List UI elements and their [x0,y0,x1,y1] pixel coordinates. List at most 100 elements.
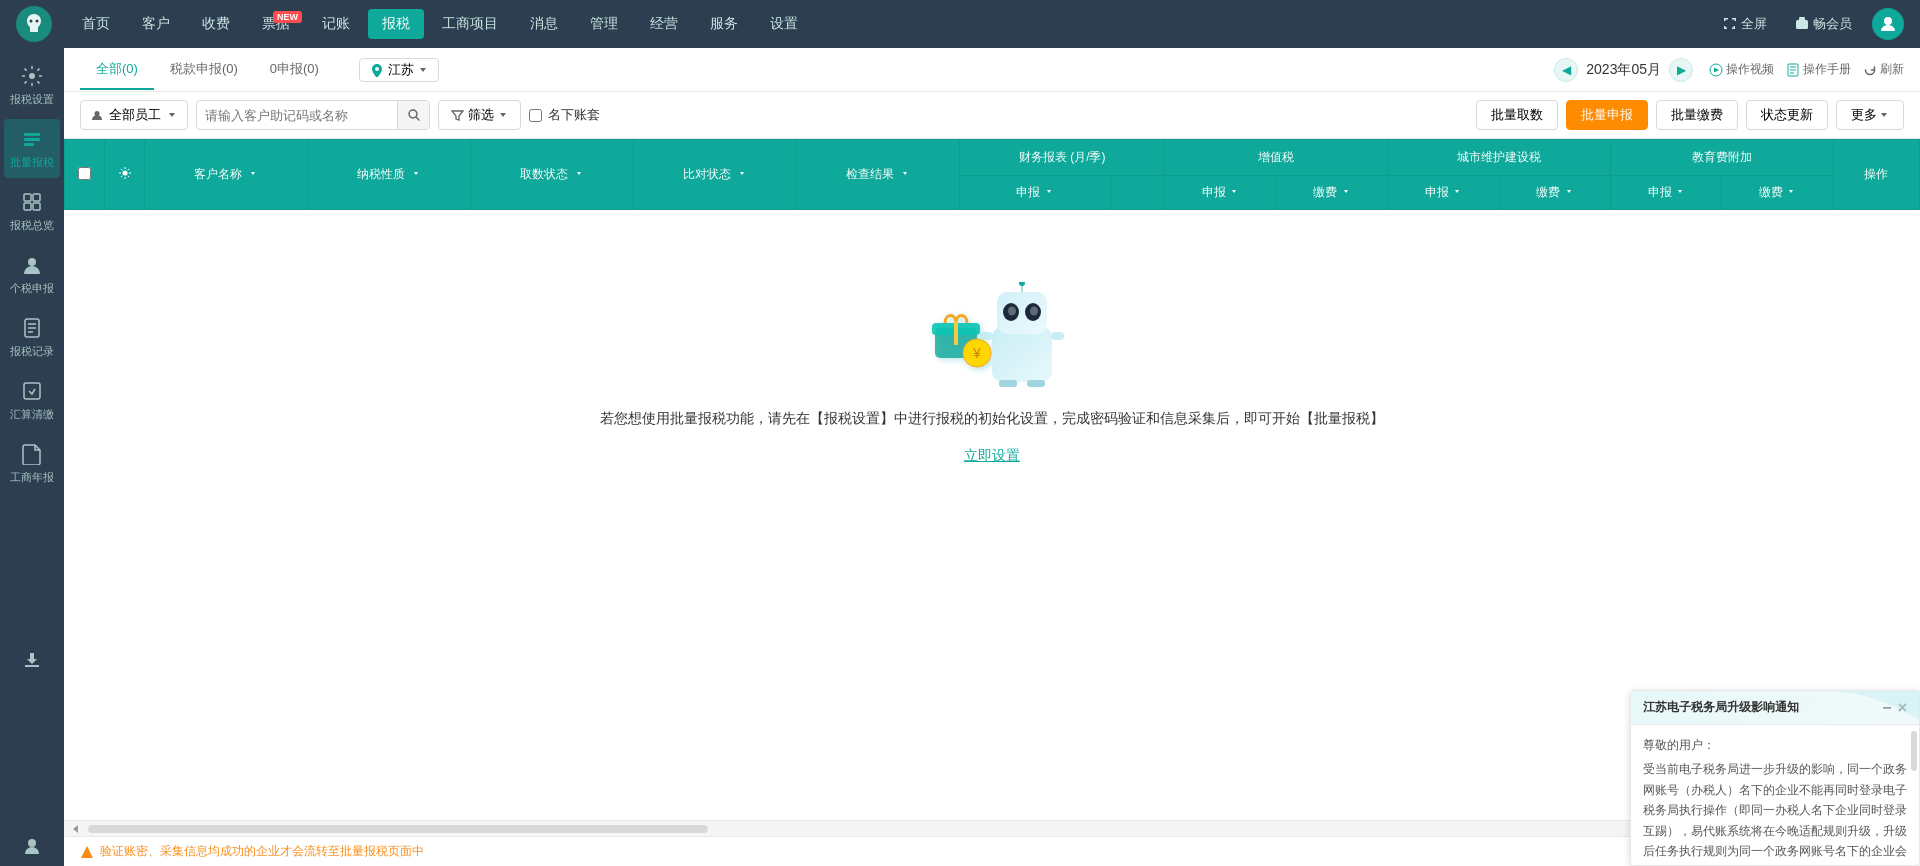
th-city-declare: 申报 [1388,176,1499,210]
th-gear[interactable] [105,140,145,210]
svg-rect-5 [24,133,40,136]
app-logo [16,6,52,42]
sidebar-item-batch-tax[interactable]: 批量报税 [4,119,60,178]
th-city-tax: 城市维护建设税 [1388,140,1611,176]
overview-icon [20,190,44,214]
svg-rect-11 [33,203,40,210]
setup-link[interactable]: 立即设置 [964,447,1020,465]
svg-point-12 [28,258,36,266]
nav-operations[interactable]: 经营 [636,9,692,39]
th-fr-pay [1111,176,1165,210]
nav-message[interactable]: 消息 [516,9,572,39]
svg-rect-35 [1051,332,1064,340]
next-month-button[interactable]: ▶ [1669,58,1693,82]
scroll-track[interactable] [88,825,708,833]
svg-point-15 [28,839,36,847]
tab-all[interactable]: 全部(0) [80,50,154,90]
th-edu-pay: 缴费 [1722,176,1833,210]
download-icon [22,650,42,672]
notification-panel: 江苏电子税务局升级影响通知 − × 尊敬的用户： 受当前电子税务局进一步升级的影… [1630,690,1920,866]
svg-point-30 [1008,307,1016,316]
sub-tabs-bar: 全部(0) 税款申报(0) 0申报(0) 江苏 ◀ 2023年05月 ▶ [64,48,1920,92]
top-navigation: 首页 客户 收费 票据 NEW 记账 报税 工商项目 消息 管理 经营 服务 设… [0,0,1920,48]
filter-button[interactable]: 筛选 [438,100,521,130]
video-action[interactable]: 操作视频 [1709,61,1774,78]
refresh-action[interactable]: 刷新 [1863,61,1904,78]
svg-rect-6 [24,138,40,141]
user-avatar[interactable] [1872,8,1904,40]
sidebar-item-overview[interactable]: 报税总览 [4,182,60,241]
nav-business[interactable]: 工商项目 [428,9,512,39]
status-update-button[interactable]: 状态更新 [1746,100,1828,130]
sidebar: 报税设置 批量报税 报税总览 个税申报 报税记录 [0,48,64,866]
new-badge: NEW [273,11,302,23]
province-label: 江苏 [388,61,414,79]
sidebar-item-tax-records[interactable]: 报税记录 [4,308,60,367]
search-input[interactable] [197,108,397,123]
th-compare-status: 比对状态 [633,140,796,210]
batch-fetch-button[interactable]: 批量取数 [1476,100,1558,130]
th-vat-pay: 缴费 [1276,176,1387,210]
sidebar-label-annual-report: 工商年报 [10,470,54,485]
nav-settings[interactable]: 设置 [756,9,812,39]
svg-rect-37 [1027,380,1045,387]
notification-close-button[interactable]: × [1898,700,1907,716]
member-label: 畅会员 [1813,15,1852,33]
name-account-checkbox[interactable]: 名下账套 [529,106,600,124]
warning-text: 验证账密、采集信息均成功的企业才会流转至批量报税页面中 [100,843,424,860]
sidebar-user[interactable] [4,828,60,866]
svg-point-20 [122,171,127,176]
empty-state-text: 若您想使用批量报税功能，请先在【报税设置】中进行报税的初始化设置，完成密码验证和… [600,406,1384,431]
toolbar-right: 批量取数 批量申报 批量缴费 状态更新 更多 [1476,100,1904,130]
sidebar-item-personal-tax[interactable]: 个税申报 [4,245,60,304]
date-navigation: ◀ 2023年05月 ▶ [1554,58,1693,82]
nav-billing[interactable]: 收费 [188,9,244,39]
province-selector[interactable]: 江苏 [359,58,439,82]
select-all-checkbox[interactable] [78,167,91,180]
notification-scrollbar[interactable] [1911,727,1917,865]
th-education-fee: 教育费附加 [1611,140,1834,176]
nav-management[interactable]: 管理 [576,9,632,39]
tab-actions: 操作视频 操作手册 刷新 [1709,61,1904,78]
th-vat: 增值税 [1165,140,1388,176]
name-account-checkbox-input[interactable] [529,109,542,122]
sidebar-item-annual-report[interactable]: 工商年报 [4,434,60,493]
sidebar-label-batch-tax: 批量报税 [10,155,54,170]
prev-month-button[interactable]: ◀ [1554,58,1578,82]
fullscreen-button[interactable]: 全屏 [1715,11,1775,37]
fullscreen-label: 全屏 [1741,15,1767,33]
sidebar-item-tax-settings[interactable]: 报税设置 [4,56,60,115]
nav-bookkeeping[interactable]: 记账 [308,9,364,39]
sidebar-download[interactable] [4,642,60,680]
nav-home[interactable]: 首页 [68,9,124,39]
nav-tax[interactable]: 报税 [368,9,424,39]
svg-point-33 [1019,282,1025,286]
notification-minimize[interactable]: − [1882,700,1891,716]
employee-select[interactable]: 全部员工 [80,100,188,130]
nav-customer[interactable]: 客户 [128,9,184,39]
search-box [196,100,430,130]
scroll-left-icon[interactable] [68,821,84,837]
nav-service[interactable]: 服务 [696,9,752,39]
more-button[interactable]: 更多 [1836,100,1904,130]
sidebar-item-annual-settlement[interactable]: 汇算清缴 [4,371,60,430]
tab-zero-declare[interactable]: 0申报(0) [254,50,335,90]
svg-point-1 [36,20,39,23]
refresh-label: 刷新 [1880,61,1904,78]
tab-tax-declare[interactable]: 税款申报(0) [154,50,254,90]
svg-rect-36 [999,380,1017,387]
th-checkbox[interactable] [65,140,105,210]
svg-point-3 [1884,17,1892,25]
batch-declare-button[interactable]: 批量申报 [1566,100,1648,130]
data-table: 客户名称 纳税性质 取数状态 比对状态 [64,139,1920,525]
sidebar-label-annual-settlement: 汇算清缴 [10,407,54,422]
manual-action[interactable]: 操作手册 [1786,61,1851,78]
svg-point-31 [1030,307,1038,316]
batch-pay-button[interactable]: 批量缴费 [1656,100,1738,130]
search-button[interactable] [397,100,429,130]
member-button[interactable]: 畅会员 [1787,11,1860,37]
nav-invoice[interactable]: 票据 NEW [248,9,304,39]
svg-point-4 [29,73,35,79]
sidebar-label-tax-settings: 报税设置 [10,92,54,107]
svg-rect-2 [1796,20,1808,29]
